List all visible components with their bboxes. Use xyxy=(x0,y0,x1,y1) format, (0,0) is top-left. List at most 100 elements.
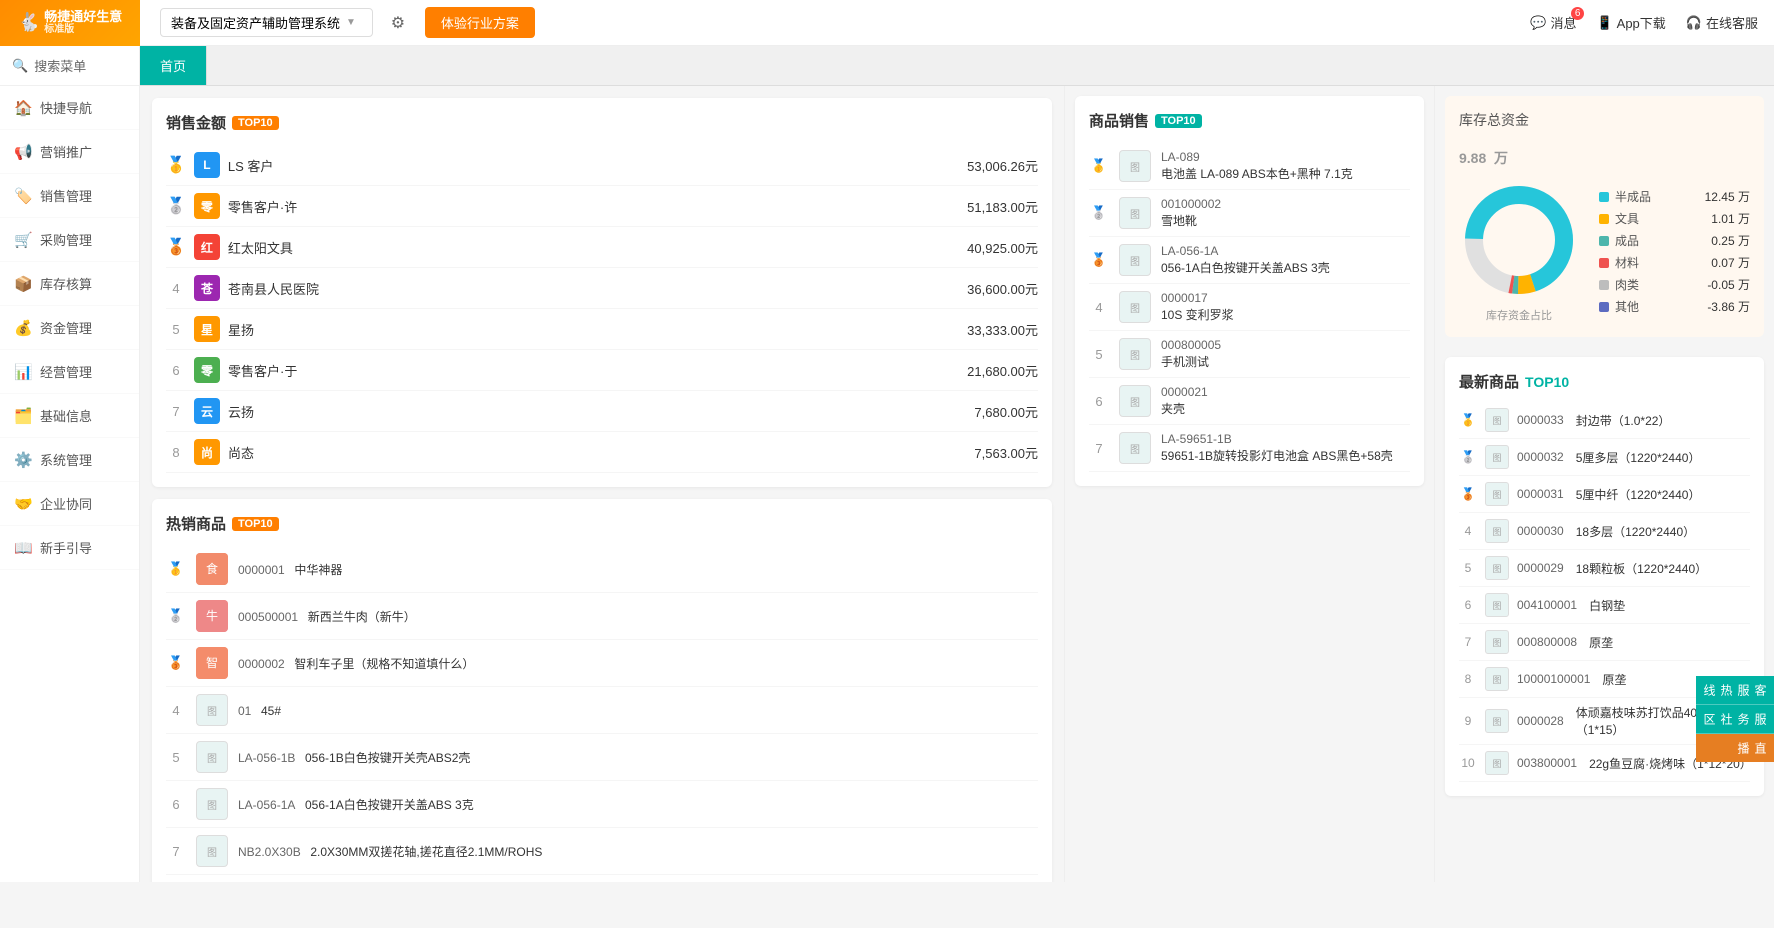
rank-medal-icon: 🥇 xyxy=(166,561,186,577)
trial-button[interactable]: 体验行业方案 xyxy=(425,7,535,38)
product-thumbnail: 图 xyxy=(1119,197,1151,229)
product-name: 5厘中纤（1220*2440） xyxy=(1576,486,1701,503)
handshake-icon: 🤝 xyxy=(14,495,32,513)
product-thumbnail: 图 xyxy=(196,788,228,820)
product-code: 0000001 xyxy=(238,563,285,577)
headset-icon: 🎧 xyxy=(1686,15,1702,31)
product-info: LA-59651-1B 59651-1B旋转投影灯电池盒 ABS黑色+58壳 xyxy=(1161,432,1410,464)
hot-products-title: 热销商品 TOP10 xyxy=(166,513,1038,534)
messages-button[interactable]: 💬 消息 6 xyxy=(1530,13,1576,32)
rank-number: 7 xyxy=(166,404,186,419)
sidebar-item-basic-info[interactable]: 🗂️ 基础信息 xyxy=(0,394,139,438)
silver-medal-icon: 🥈 xyxy=(166,196,186,216)
chart-legend: 半成品 12.45 万 文具 1.01 万 成品 0 xyxy=(1599,188,1750,315)
main-layout: 🔍 搜索菜单 🏠 快捷导航 📢 营销推广 🏷️ 销售管理 🛒 采购管理 📦 库存… xyxy=(0,46,1774,882)
legend-item-chengpin: 成品 0.25 万 xyxy=(1599,232,1750,249)
service-community-button[interactable]: 服务社区 xyxy=(1696,705,1774,734)
rank-number: 5 xyxy=(1089,347,1109,362)
sidebar-item-purchase[interactable]: 🛒 采购管理 xyxy=(0,218,139,262)
product-code: 10000100001 xyxy=(1517,672,1590,686)
chart-icon: 📊 xyxy=(14,363,32,381)
logo: 🐇 畅捷通好生意 标准版 xyxy=(0,0,140,46)
product-code: NB2.0X30B xyxy=(238,845,301,859)
newest-item: 🥉 图 0000031 5厘中纤（1220*2440） xyxy=(1459,476,1750,513)
sidebar-item-sales[interactable]: 🏷️ 销售管理 xyxy=(0,174,139,218)
system-selector[interactable]: 装备及固定资产辅助管理系统 ▼ xyxy=(160,8,373,37)
app-download-button[interactable]: 📱 App下载 xyxy=(1596,13,1665,32)
settings-icon[interactable]: ⚙ xyxy=(383,8,413,38)
rank-medal-icon: 🥉 xyxy=(1089,252,1109,268)
product-code: 000800008 xyxy=(1517,635,1577,649)
sidebar-item-inventory[interactable]: 📦 库存核算 xyxy=(0,262,139,306)
inventory-card: 库存总资金 9.88 万 xyxy=(1445,96,1764,337)
sidebar-item-system[interactable]: ⚙️ 系统管理 xyxy=(0,438,139,482)
tab-home[interactable]: 首页 xyxy=(140,46,207,85)
sidebar-label: 销售管理 xyxy=(40,186,92,205)
inventory-title: 库存总资金 xyxy=(1459,110,1750,130)
product-thumbnail: 食 xyxy=(196,553,228,585)
product-code: 01 xyxy=(238,704,251,718)
online-service-button[interactable]: 🎧 在线客服 xyxy=(1686,13,1758,32)
legend-item-cailiao: 材料 0.07 万 xyxy=(1599,254,1750,271)
newest-item: 5 图 0000029 18颗粒板（1220*2440） xyxy=(1459,550,1750,587)
sidebar-label: 库存核算 xyxy=(40,274,92,293)
customer-name: 星扬 xyxy=(228,320,959,339)
customer-hotline-button[interactable]: 客服热线 xyxy=(1696,676,1774,705)
newest-item: 6 图 004100001 白钢垫 xyxy=(1459,587,1750,624)
middle-panel: 商品销售 TOP10 🥇 图 LA-089 电池盖 LA-089 ABS本色+黑… xyxy=(1064,86,1434,882)
sidebar-item-quick-nav[interactable]: 🏠 快捷导航 xyxy=(0,86,139,130)
product-name: 5厘多层（1220*2440） xyxy=(1576,449,1701,466)
live-button[interactable]: 直播 xyxy=(1696,734,1774,762)
sidebar-item-marketing[interactable]: 📢 营销推广 xyxy=(0,130,139,174)
product-item: 🥉 智 0000002 智利车子里（规格不知道填什么） xyxy=(166,640,1038,687)
product-name: 056-1A白色按键开关盖ABS 3克 xyxy=(305,798,474,812)
search-icon: 🔍 xyxy=(12,58,28,74)
rank-item: 4 苍 苍南县人民医院 36,600.00元 xyxy=(166,268,1038,309)
sidebar-item-cooperation[interactable]: 🤝 企业协同 xyxy=(0,482,139,526)
sidebar-item-finance[interactable]: 💰 资金管理 xyxy=(0,306,139,350)
product-item: 7 图 NB2.0X30B 2.0X30MM双搓花轴,搓花直径2.1MM/ROH… xyxy=(166,828,1038,875)
sidebar-item-guide[interactable]: 📖 新手引导 xyxy=(0,526,139,570)
product-thumbnail: 图 xyxy=(1485,709,1509,733)
message-icon: 💬 xyxy=(1530,15,1546,31)
product-info: NB2.0X30B 2.0X30MM双搓花轴,搓花直径2.1MM/ROHS xyxy=(238,843,1038,860)
rank-number: 4 xyxy=(1459,524,1477,538)
product-item: 🥈 图 001000002 雪地靴 xyxy=(1089,190,1410,237)
rank-number: 6 xyxy=(166,363,186,378)
sidebar-item-operations[interactable]: 📊 经营管理 xyxy=(0,350,139,394)
rank-number: 7 xyxy=(1459,635,1477,649)
customer-value: 7,680.00元 xyxy=(974,402,1038,421)
book-icon: 📖 xyxy=(14,539,32,557)
avatar: 云 xyxy=(194,398,220,424)
svg-text:牛: 牛 xyxy=(206,608,218,623)
sidebar-label: 企业协同 xyxy=(40,494,92,513)
sidebar-search[interactable]: 🔍 搜索菜单 xyxy=(0,46,139,86)
product-item: 🥈 牛 000500001 新西兰牛肉（新牛） xyxy=(166,593,1038,640)
customer-value: 36,600.00元 xyxy=(967,279,1038,298)
product-info: 000500001 新西兰牛肉（新牛） xyxy=(238,608,1038,625)
rank-item: 8 尚 尚态 7,563.00元 xyxy=(166,432,1038,473)
legend-color-dot xyxy=(1599,192,1609,202)
newest-item: 7 图 000800008 原垄 xyxy=(1459,624,1750,661)
hot-products-card: 热销商品 TOP10 🥇 食 0000001 中华神器 xyxy=(152,499,1052,882)
rank-number: 6 xyxy=(166,797,186,812)
product-info: LA-056-1B 056-1B白色按键开关壳ABS2壳 xyxy=(238,749,1038,766)
product-thumbnail: 图 xyxy=(196,694,228,726)
legend-item-banchenpin: 半成品 12.45 万 xyxy=(1599,188,1750,205)
product-name: 新西兰牛肉（新牛） xyxy=(308,610,416,624)
rank-item: 🥇 L LS 客户 53,006.26元 xyxy=(166,145,1038,186)
avatar: 红 xyxy=(194,234,220,260)
customer-value: 53,006.26元 xyxy=(967,156,1038,175)
product-thumbnail: 图 xyxy=(1119,244,1151,276)
megaphone-icon: 📢 xyxy=(14,143,32,161)
product-name: 夹壳 xyxy=(1161,400,1410,417)
product-info: LA-089 电池盖 LA-089 ABS本色+黑种 7.1克 xyxy=(1161,150,1410,182)
rank-medal-icon: 🥇 xyxy=(1089,158,1109,174)
right-panel: 库存总资金 9.88 万 xyxy=(1434,86,1774,882)
product-item: 6 图 LA-056-1A 056-1A白色按键开关盖ABS 3克 xyxy=(166,781,1038,828)
rank-item: 7 云 云扬 7,680.00元 xyxy=(166,391,1038,432)
product-code: 0000017 xyxy=(1161,291,1410,305)
avatar: 零 xyxy=(194,357,220,383)
product-item: 5 图 LA-056-1B 056-1B白色按键开关壳ABS2壳 xyxy=(166,734,1038,781)
product-thumbnail: 图 xyxy=(1119,385,1151,417)
